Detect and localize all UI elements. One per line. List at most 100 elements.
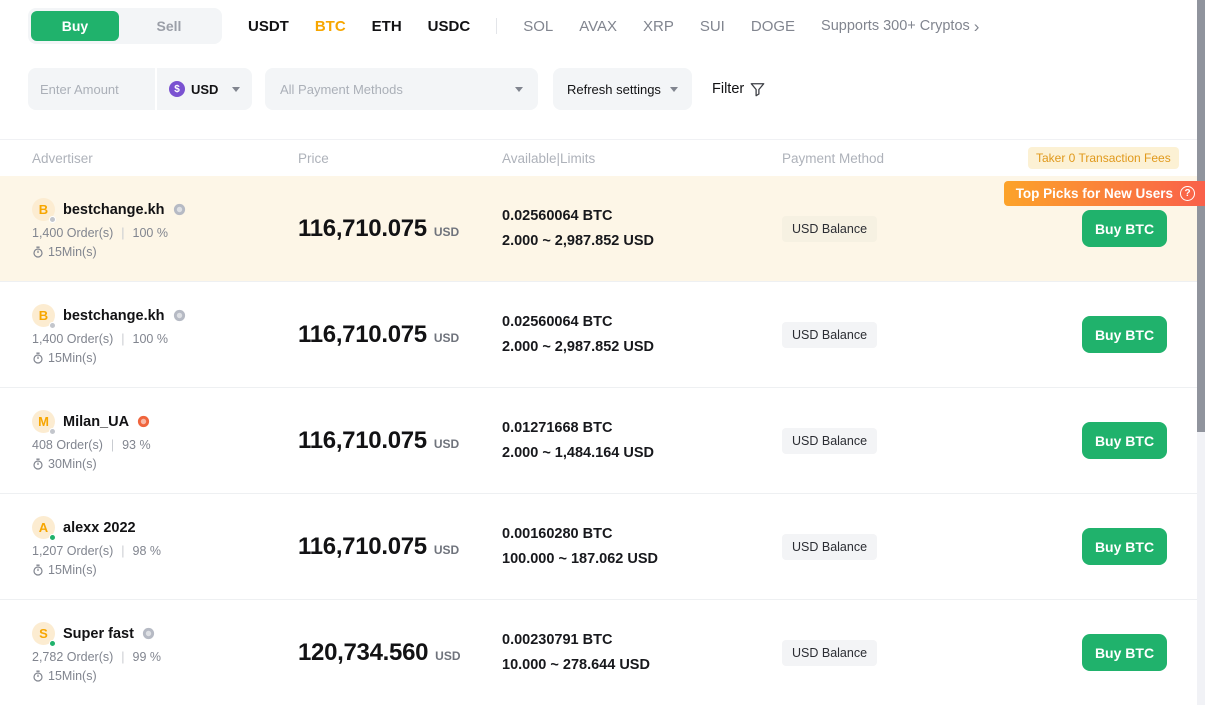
top-picks-ribbon[interactable]: Top Picks for New Users ?: [1004, 181, 1205, 206]
offer-row: B bestchange.kh 1,400 Order(s) | 100 %: [0, 282, 1197, 388]
column-header-advertiser: Advertiser: [32, 151, 298, 166]
p2p-page: Buy Sell USDT BTC ETH USDC SOL AVAX XRP …: [0, 0, 1205, 705]
vertical-scrollbar[interactable]: [1197, 0, 1205, 705]
limits-range: 2.000 ~ 2,987.852 USD: [502, 339, 782, 355]
advertiser-name[interactable]: bestchange.kh: [63, 202, 165, 218]
tab-doge[interactable]: DOGE: [751, 18, 795, 35]
order-count: 2,782 Order(s): [32, 650, 113, 664]
tab-usdt[interactable]: USDT: [248, 18, 289, 35]
order-count: 408 Order(s): [32, 438, 103, 452]
timer-icon: [32, 352, 44, 364]
supports-link-label: Supports 300+ Cryptos: [821, 18, 970, 34]
stats-separator: |: [121, 226, 124, 240]
dollar-circle-icon: $: [169, 81, 185, 97]
table-header: Advertiser Price Available|Limits Paymen…: [0, 139, 1197, 176]
limits-range: 100.000 ~ 187.062 USD: [502, 551, 782, 567]
offer-row: S Super fast 2,782 Order(s) | 99 %: [0, 600, 1197, 705]
avatar-initial: B: [39, 202, 48, 217]
buy-btc-button[interactable]: Buy BTC: [1082, 528, 1167, 565]
completion-rate: 100 %: [133, 332, 168, 346]
advertiser-stats: 1,400 Order(s) | 100 %: [32, 226, 298, 240]
price-value: 116,710.075: [298, 427, 427, 455]
fiat-currency-select[interactable]: $ USD: [157, 68, 252, 110]
tab-xrp[interactable]: XRP: [643, 18, 674, 35]
help-circle-icon[interactable]: ?: [1180, 186, 1195, 201]
avatar-initial: B: [39, 308, 48, 323]
tab-sol[interactable]: SOL: [523, 18, 553, 35]
advertiser-name[interactable]: bestchange.kh: [63, 308, 165, 324]
advertiser-name[interactable]: Super fast: [63, 626, 134, 642]
fiat-currency-value: $ USD: [169, 81, 218, 97]
available-amount: 0.02560064 BTC: [502, 314, 782, 330]
available-amount: 0.02560064 BTC: [502, 208, 782, 224]
payment-method-chip: USD Balance: [782, 428, 877, 454]
available-amount: 0.00230791 BTC: [502, 632, 782, 648]
advertiser-name[interactable]: alexx 2022: [63, 520, 136, 536]
completion-rate: 98 %: [133, 544, 162, 558]
avatar[interactable]: S: [32, 622, 55, 645]
buy-btc-button[interactable]: Buy BTC: [1082, 210, 1167, 247]
price-value: 116,710.075: [298, 533, 427, 561]
payment-method-chip: USD Balance: [782, 534, 877, 560]
amount-input[interactable]: [40, 82, 143, 97]
buy-btc-button[interactable]: Buy BTC: [1082, 634, 1167, 671]
price-cell: 116,710.075 USD: [298, 533, 502, 561]
scrollbar-thumb[interactable]: [1197, 0, 1205, 432]
available-limits-cell: 0.02560064 BTC 2.000 ~ 2,987.852 USD: [502, 314, 782, 355]
avatar-initial: S: [39, 626, 48, 641]
action-cell: Buy BTC: [1028, 422, 1167, 459]
avatar[interactable]: A: [32, 516, 55, 539]
payment-method-cell: USD Balance: [782, 534, 1028, 560]
filter-button[interactable]: Filter: [712, 81, 765, 97]
release-time-label: 15Min(s): [48, 245, 97, 259]
tab-eth[interactable]: ETH: [372, 18, 402, 35]
release-time-label: 15Min(s): [48, 563, 97, 577]
buy-sell-toggle: Buy Sell: [28, 8, 222, 44]
price-value: 116,710.075: [298, 215, 427, 243]
filter-row: $ USD All Payment Methods Refresh settin…: [28, 68, 1167, 110]
buy-toggle-button[interactable]: Buy: [31, 11, 119, 41]
advertiser-cell: S Super fast 2,782 Order(s) | 99 %: [32, 622, 298, 683]
tabs-divider: [496, 18, 497, 34]
supports-more-cryptos-link[interactable]: Supports 300+ Cryptos ›: [821, 18, 979, 35]
timer-icon: [32, 246, 44, 258]
avatar[interactable]: B: [32, 198, 55, 221]
advertiser-stats: 1,400 Order(s) | 100 %: [32, 332, 298, 346]
tab-btc[interactable]: BTC: [315, 18, 346, 35]
buy-btc-button[interactable]: Buy BTC: [1082, 316, 1167, 353]
payment-methods-placeholder: All Payment Methods: [280, 82, 403, 97]
amount-filter-group: $ USD: [28, 68, 252, 110]
avatar[interactable]: M: [32, 410, 55, 433]
limits-range: 2.000 ~ 1,484.164 USD: [502, 445, 782, 461]
tab-sui[interactable]: SUI: [700, 18, 725, 35]
buy-btc-button[interactable]: Buy BTC: [1082, 422, 1167, 459]
chevron-down-icon: [670, 87, 678, 92]
tab-avax[interactable]: AVAX: [579, 18, 617, 35]
payment-method-cell: USD Balance: [782, 322, 1028, 348]
tab-usdc[interactable]: USDC: [428, 18, 471, 35]
price-currency: USD: [434, 543, 459, 557]
completion-rate: 93 %: [122, 438, 151, 452]
available-limits-cell: 0.02560064 BTC 2.000 ~ 2,987.852 USD: [502, 208, 782, 249]
payment-method-cell: USD Balance: [782, 216, 1028, 242]
chevron-down-icon: [232, 87, 240, 92]
release-time: 15Min(s): [32, 245, 298, 259]
avatar-initial: A: [39, 520, 48, 535]
release-time-label: 15Min(s): [48, 351, 97, 365]
payment-methods-select[interactable]: All Payment Methods: [265, 68, 538, 110]
payment-method-cell: USD Balance: [782, 640, 1028, 666]
top-picks-label: Top Picks for New Users: [1016, 186, 1173, 201]
payment-method-chip: USD Balance: [782, 216, 877, 242]
advertiser-stats: 2,782 Order(s) | 99 %: [32, 650, 298, 664]
refresh-settings-select[interactable]: Refresh settings: [553, 68, 692, 110]
limits-range: 10.000 ~ 278.644 USD: [502, 657, 782, 673]
stats-separator: |: [121, 544, 124, 558]
avatar[interactable]: B: [32, 304, 55, 327]
release-time: 15Min(s): [32, 669, 298, 683]
advertiser-name[interactable]: Milan_UA: [63, 414, 129, 430]
sell-toggle-button[interactable]: Sell: [119, 18, 219, 34]
offer-row: A alexx 2022 1,207 Order(s) | 98 %: [0, 494, 1197, 600]
timer-icon: [32, 458, 44, 470]
chevron-right-icon: ›: [974, 18, 980, 35]
stats-separator: |: [121, 332, 124, 346]
